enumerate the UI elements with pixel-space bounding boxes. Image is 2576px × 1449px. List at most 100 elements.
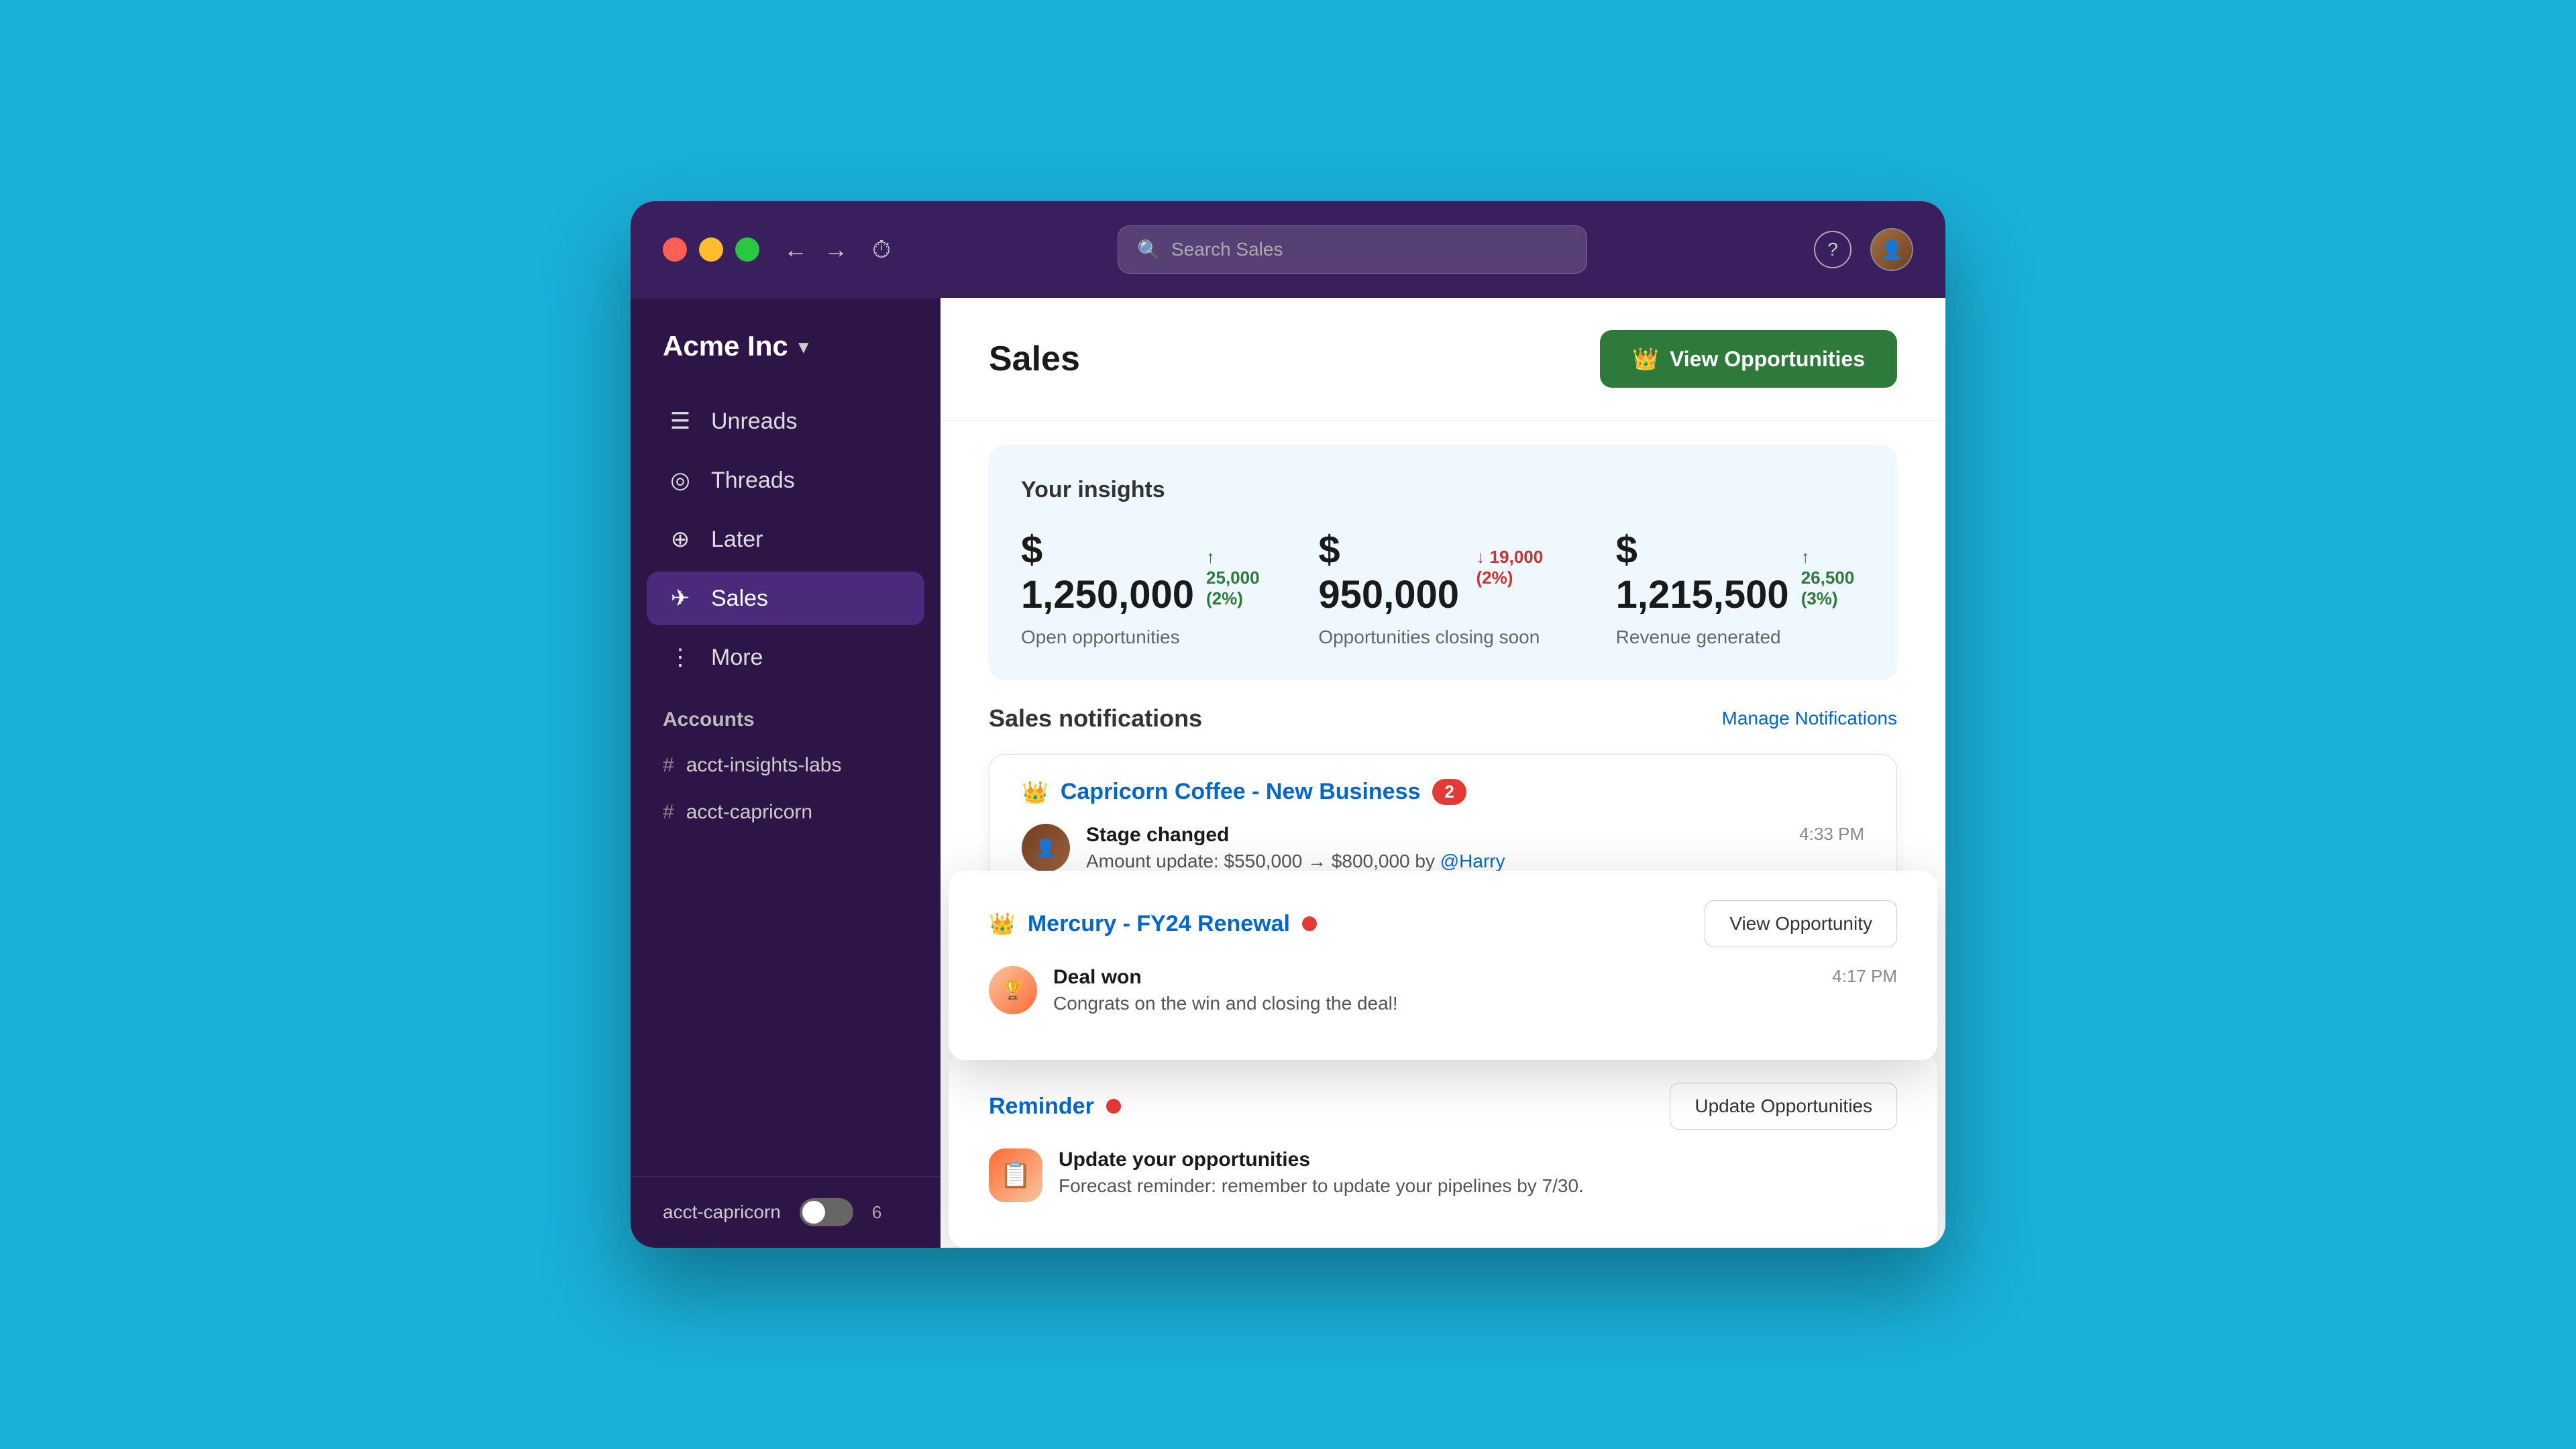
notif-card-header: 👑 Capricorn Coffee - New Business 2 [1022, 779, 1864, 805]
sidebar-item-label: Later [711, 527, 763, 553]
close-button[interactable] [663, 237, 687, 262]
insights-cards: $ 1,250,000 ↑ 25,000 (2%) Open opportuni… [1021, 527, 1865, 648]
reminder-label: Reminder [989, 1093, 1094, 1120]
sidebar-item-label: Threads [711, 468, 795, 494]
notif-card-title[interactable]: 👑 Mercury - FY24 Renewal [989, 911, 1317, 937]
notifications-header: Sales notifications Manage Notifications [989, 704, 1897, 733]
back-button[interactable]: ← [784, 235, 808, 264]
workspace-name[interactable]: Acme Inc ▾ [631, 330, 941, 394]
search-input[interactable] [1171, 239, 1568, 260]
event-desc: Forecast reminder: remember to update yo… [1059, 1175, 1897, 1197]
view-opportunities-label: View Opportunities [1670, 347, 1865, 372]
search-icon: 🔍 [1137, 239, 1161, 261]
notifications-title: Sales notifications [989, 704, 1202, 733]
insight-card-open: $ 1,250,000 ↑ 25,000 (2%) Open opportuni… [1021, 527, 1270, 648]
insight-change: ↑ 25,000 (2%) [1206, 547, 1270, 609]
titlebar-right: ? 👤 [1814, 228, 1913, 271]
account-label: acct-insights-labs [686, 754, 842, 777]
bottom-label: acct-capricorn [663, 1201, 781, 1223]
notif-card-title[interactable]: 👑 Capricorn Coffee - New Business 2 [1022, 779, 1466, 805]
sidebar-item-sales[interactable]: ✈ Sales [647, 572, 924, 625]
notif-time: 4:17 PM [1832, 966, 1897, 987]
sidebar-item-threads[interactable]: ◎ Threads [647, 453, 924, 507]
toggle-knob [802, 1201, 825, 1224]
chevron-down-icon: ▾ [799, 335, 808, 358]
unread-badge: 2 [1432, 779, 1466, 805]
insight-value: $ 1,250,000 ↑ 25,000 (2%) [1021, 527, 1270, 617]
insight-value: $ 950,000 ↓ 19,000 (2%) [1318, 527, 1567, 617]
search-bar[interactable]: 🔍 [1118, 225, 1587, 274]
floating-card-mercury: 👑 Mercury - FY24 Renewal View Opportunit… [949, 871, 1937, 1060]
hash-icon: # [663, 754, 674, 777]
event-title: Deal won [1053, 966, 1816, 989]
unreads-icon: ☰ [665, 408, 695, 435]
sidebar: Acme Inc ▾ ☰ Unreads ◎ Threads ⊕ Later ✈ [631, 298, 941, 1248]
titlebar: ← → ⏱ 🔍 ? 👤 [631, 201, 1945, 298]
avatar: 👤 [1870, 228, 1913, 271]
maximize-button[interactable] [735, 237, 759, 262]
sidebar-item-label: More [711, 645, 763, 671]
event-title: Stage changed [1086, 824, 1783, 847]
notif-title-label: Capricorn Coffee - New Business [1061, 779, 1421, 805]
insight-label: Open opportunities [1021, 627, 1270, 648]
sidebar-nav: ☰ Unreads ◎ Threads ⊕ Later ✈ Sales ⋮ [631, 394, 941, 684]
insight-amount: $ 1,215,500 [1616, 527, 1789, 617]
workspace-label: Acme Inc [663, 330, 788, 362]
later-icon: ⊕ [665, 526, 695, 553]
notification-entry-reminder: 📋 Update your opportunities Forecast rem… [989, 1148, 1897, 1202]
app-window: ← → ⏱ 🔍 ? 👤 Acme Inc ▾ ☰ Unreads [631, 201, 1945, 1248]
help-button[interactable]: ? [1814, 231, 1851, 268]
sidebar-item-label: Unreads [711, 409, 798, 435]
insight-amount: $ 950,000 [1318, 527, 1464, 617]
nav-arrows: ← → [784, 235, 848, 264]
event-title: Update your opportunities [1059, 1148, 1897, 1171]
notif-card-title: Reminder [989, 1093, 1121, 1120]
insight-value: $ 1,215,500 ↑ 26,500 (3%) [1616, 527, 1865, 617]
notification-entry-deal-won: 🏆 Deal won Congrats on the win and closi… [989, 966, 1897, 1014]
crown-icon: 👑 [1022, 780, 1049, 805]
mention: @Harry [1440, 851, 1505, 871]
reminder-icon: 📋 [989, 1148, 1042, 1202]
insight-card-revenue: $ 1,215,500 ↑ 26,500 (3%) Revenue genera… [1616, 527, 1865, 648]
insight-label: Revenue generated [1616, 627, 1865, 648]
sidebar-item-label: Sales [711, 586, 768, 612]
insight-change: ↑ 26,500 (3%) [1801, 547, 1865, 609]
sidebar-item-later[interactable]: ⊕ Later [647, 513, 924, 566]
notif-body: Stage changed Amount update: $550,000 → … [1086, 824, 1783, 872]
notification-entry-1: 👤 Stage changed Amount update: $550,000 … [1022, 824, 1864, 872]
manage-notifications-link[interactable]: Manage Notifications [1722, 708, 1897, 729]
notif-body: Update your opportunities Forecast remin… [1059, 1148, 1897, 1197]
avatar: 👤 [1022, 824, 1070, 872]
unread-dot [1106, 1099, 1121, 1114]
page-title: Sales [989, 339, 1080, 379]
insight-change: ↓ 19,000 (2%) [1476, 547, 1567, 588]
sidebar-account-insights-labs[interactable]: # acct-insights-labs [631, 742, 941, 789]
update-opportunities-button[interactable]: Update Opportunities [1670, 1083, 1897, 1130]
floating-title-label: Mercury - FY24 Renewal [1028, 911, 1290, 937]
insight-amount: $ 1,250,000 [1021, 527, 1194, 617]
history-icon[interactable]: ⏱ [872, 235, 891, 264]
forward-button[interactable]: → [824, 235, 848, 264]
notif-body: Deal won Congrats on the win and closing… [1053, 966, 1816, 1014]
crown-icon: 👑 [989, 911, 1016, 936]
event-desc: Congrats on the win and closing the deal… [1053, 993, 1816, 1014]
event-desc: Amount update: $550,000 → $800,000 by @H… [1086, 851, 1783, 872]
toggle[interactable] [800, 1198, 853, 1226]
unread-dot [1302, 916, 1317, 931]
deal-won-avatar: 🏆 [989, 966, 1037, 1014]
more-icon: ⋮ [665, 644, 695, 671]
view-opportunity-button[interactable]: View Opportunity [1705, 900, 1897, 947]
sidebar-item-unreads[interactable]: ☰ Unreads [647, 394, 924, 448]
view-opportunities-button[interactable]: 👑 View Opportunities [1600, 330, 1897, 388]
sales-icon: ✈ [665, 585, 695, 612]
minimize-button[interactable] [699, 237, 723, 262]
sidebar-account-capricorn[interactable]: # acct-capricorn [631, 789, 941, 836]
accounts-section-title: Accounts [631, 684, 941, 742]
floating-card-reminder: Reminder Update Opportunities 📋 Update y… [949, 1053, 1937, 1248]
floating-header: 👑 Mercury - FY24 Renewal View Opportunit… [989, 900, 1897, 947]
sidebar-item-more[interactable]: ⋮ More [647, 631, 924, 684]
notif-time: 4:33 PM [1799, 824, 1864, 845]
hash-icon: # [663, 801, 674, 824]
insight-label: Opportunities closing soon [1318, 627, 1567, 648]
toggle-count: 6 [872, 1202, 881, 1223]
